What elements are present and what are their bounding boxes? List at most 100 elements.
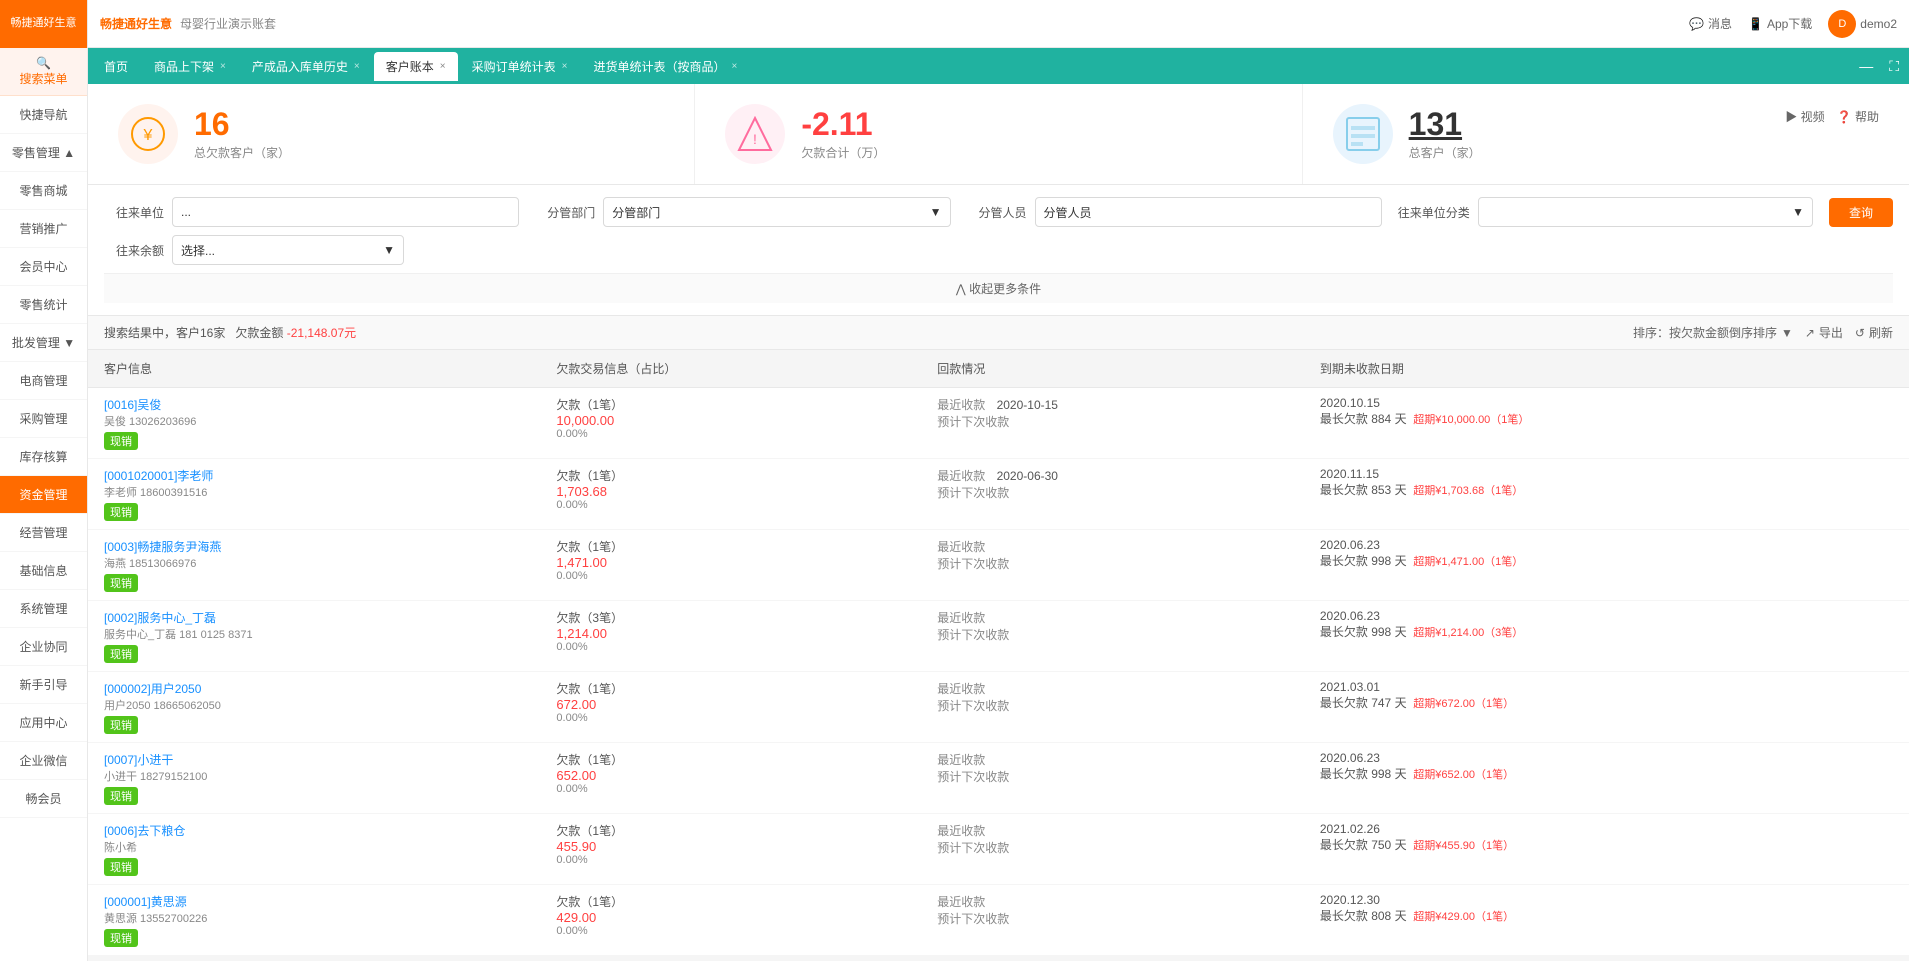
filter-manager-label: 分管人员 [967,204,1027,221]
last-payment-label-5: 最近收款 [937,751,1288,768]
cell-customer-info-3: [0002]服务中心_丁磊 服务中心_丁磊 181 0125 8371 现销 [88,601,540,672]
table-body: [0016]吴俊 吴俊 13026203696 现销 欠款（1笔） 10,000… [88,388,1909,956]
overdue-info-5: 最长欠款 998 天 超期¥652.00（1笔） [1320,765,1893,782]
overdue-info-1: 最长欠款 853 天 超期¥1,703.68（1笔） [1320,481,1893,498]
user-menu[interactable]: D demo2 [1828,10,1897,38]
sort-label: 排序：按欠款金额倒序排序 [1633,324,1777,341]
sidebar-item-batch-mgmt[interactable]: 批发管理 ▼ [0,324,87,362]
sidebar-item-wechat[interactable]: 企业微信 [0,742,87,780]
overdue-link-1[interactable]: 超期¥1,703.68（1笔） [1413,485,1523,497]
sort-selector[interactable]: 排序：按欠款金额倒序排序 ▼ [1633,324,1793,341]
sidebar-item-marketing[interactable]: 营销推广 [0,210,87,248]
cell-debt-info-5: 欠款（1笔） 652.00 0.00% [540,743,921,814]
category-select[interactable]: ▼ [1478,197,1813,227]
overdue-days-2: 最长欠款 998 天 [1320,554,1410,568]
due-date-4: 2021.03.01 [1320,680,1893,694]
sidebar-item-ecommerce[interactable]: 电商管理 [0,362,87,400]
help-button[interactable]: ❓ 帮助 [1837,108,1879,125]
due-date-7: 2020.12.30 [1320,893,1893,907]
tab-maximize-button[interactable]: ⛶ [1883,54,1905,79]
tab-products-close[interactable]: × [220,61,226,72]
tab-import-stats[interactable]: 进货单统计表（按商品） × [581,52,749,81]
message-button[interactable]: 💬 消息 [1689,15,1732,32]
balance-select[interactable]: 选择... ▼ [172,235,404,265]
tab-minimize-button[interactable]: — [1853,54,1879,79]
sidebar-item-basic-info[interactable]: 基础信息 [0,552,87,590]
export-button[interactable]: ↗ 导出 [1805,324,1843,341]
customer-name-link-4[interactable]: [000002]用户2050 [104,682,201,696]
video-button[interactable]: ▶ 视频 [1785,108,1824,125]
overdue-link-2[interactable]: 超期¥1,471.00（1笔） [1413,556,1523,568]
sidebar-item-retail-mgmt[interactable]: 零售管理 ▲ [0,134,87,172]
tab-products[interactable]: 商品上下架 × [142,52,238,81]
sidebar-item-label: 电商管理 [4,372,83,389]
tab-customer[interactable]: 客户账本 × [374,52,458,81]
tab-customer-close[interactable]: × [440,61,446,72]
query-button[interactable]: 查询 [1829,198,1893,227]
cell-payment-7: 最近收款 预计下次收款 [921,885,1304,956]
result-bar: 搜索结果中，客户16家 欠款金额 -21,148.07元 排序：按欠款金额倒序排… [88,316,1909,350]
customer-name-link-7[interactable]: [000001]黄思源 [104,895,187,909]
tab-purchase-order-close[interactable]: × [562,61,568,72]
customer-name-link-2[interactable]: [0003]畅捷服务尹海燕 [104,540,221,554]
last-payment-label-1: 最近收款 2020-06-30 [937,467,1288,484]
customer-name-link-5[interactable]: [0007]小进干 [104,753,173,767]
overdue-link-5[interactable]: 超期¥652.00（1笔） [1413,769,1514,781]
cell-customer-info-2: [0003]畅捷服务尹海燕 海燕 18513066976 现销 [88,530,540,601]
customer-name-link-1[interactable]: [0001020001]李老师 [104,469,213,483]
sidebar-item-retail-stats[interactable]: 零售统计 [0,286,87,324]
filter-supplier-label: 往来单位 [104,204,164,221]
last-payment-label-0: 最近收款 2020-10-15 [937,396,1288,413]
cell-payment-2: 最近收款 预计下次收款 [921,530,1304,601]
department-select[interactable]: 分管部门 ▼ [603,197,950,227]
app-download-button[interactable]: 📱 App下载 [1748,15,1812,32]
customer-table: 客户信息 欠款交易信息（占比） 回款情况 到期未收款日期 [0016]吴俊 吴俊… [88,350,1909,956]
tab-production[interactable]: 产成品入库单历史 × [240,52,372,81]
last-payment-label-7: 最近收款 [937,893,1288,910]
sidebar-item-inventory[interactable]: 库存核算 [0,438,87,476]
sidebar-item-member[interactable]: 会员中心 [0,248,87,286]
overdue-link-3[interactable]: 超期¥1,214.00（3笔） [1413,627,1523,639]
debt-label-7: 欠款（1笔） [556,893,905,910]
sidebar-item-app-center[interactable]: 应用中心 [0,704,87,742]
sidebar-item-retail-mall[interactable]: 零售商城 [0,172,87,210]
manager-input[interactable]: 分管人员 [1035,197,1382,227]
customer-name-link-3[interactable]: [0002]服务中心_丁磊 [104,611,216,625]
sidebar-item-system[interactable]: 系统管理 [0,590,87,628]
sidebar-item-label: 批发管理 ▼ [4,334,83,351]
debt-amount-2: 1,471.00 [556,555,905,570]
sidebar-logo-text: 畅捷通好生意 [11,17,77,30]
stat-icon-debt: ¥ [118,104,178,164]
supplier-dots: ... [181,205,191,219]
overdue-link-0[interactable]: 超期¥10,000.00（1笔） [1413,414,1529,426]
main-area: 畅捷通好生意 母婴行业演示账套 💬 消息 📱 App下载 D demo2 首页 … [88,0,1909,961]
tab-purchase-order-label: 采购订单统计表 [472,58,556,75]
overdue-link-4[interactable]: 超期¥672.00（1笔） [1413,698,1514,710]
overdue-link-7[interactable]: 超期¥429.00（1笔） [1413,911,1514,923]
export-icon: ↗ [1805,326,1815,340]
tab-import-stats-close[interactable]: × [731,61,737,72]
stat-card-actions: ▶ 视频 ❓ 帮助 [1785,104,1879,125]
sidebar-item-quick-nav[interactable]: 快捷导航 [0,96,87,134]
customer-tag-1: 现销 [104,503,138,521]
sidebar-item-operations[interactable]: 经营管理 [0,514,87,552]
table-row: [0007]小进干 小进干 18279152100 现销 欠款（1笔） 652.… [88,743,1909,814]
customer-name-link-6[interactable]: [0006]去下粮仓 [104,824,185,838]
sidebar-item-label: 采购管理 [4,410,83,427]
sidebar-item-finance[interactable]: 资金管理 [0,476,87,514]
sidebar-item-enterprise[interactable]: 企业协同 [0,628,87,666]
supplier-input[interactable]: ... [172,197,519,227]
overdue-link-6[interactable]: 超期¥455.90（1笔） [1413,840,1514,852]
sidebar-item-new-guide[interactable]: 新手引导 [0,666,87,704]
debt-ratio-5: 0.00% [556,783,905,795]
tab-production-close[interactable]: × [354,61,360,72]
collapse-button[interactable]: ⋀ 收起更多条件 [104,273,1893,303]
customer-name-link-0[interactable]: [0016]吴俊 [104,398,161,412]
sidebar-item-member-vip[interactable]: 畅会员 [0,780,87,818]
tab-purchase-order[interactable]: 采购订单统计表 × [460,52,580,81]
refresh-button[interactable]: ↺ 刷新 [1855,324,1893,341]
sidebar-item-search[interactable]: 🔍 搜索菜单 [0,48,87,96]
tab-home[interactable]: 首页 [92,52,140,81]
debt-ratio-7: 0.00% [556,925,905,937]
sidebar-item-purchase[interactable]: 采购管理 [0,400,87,438]
